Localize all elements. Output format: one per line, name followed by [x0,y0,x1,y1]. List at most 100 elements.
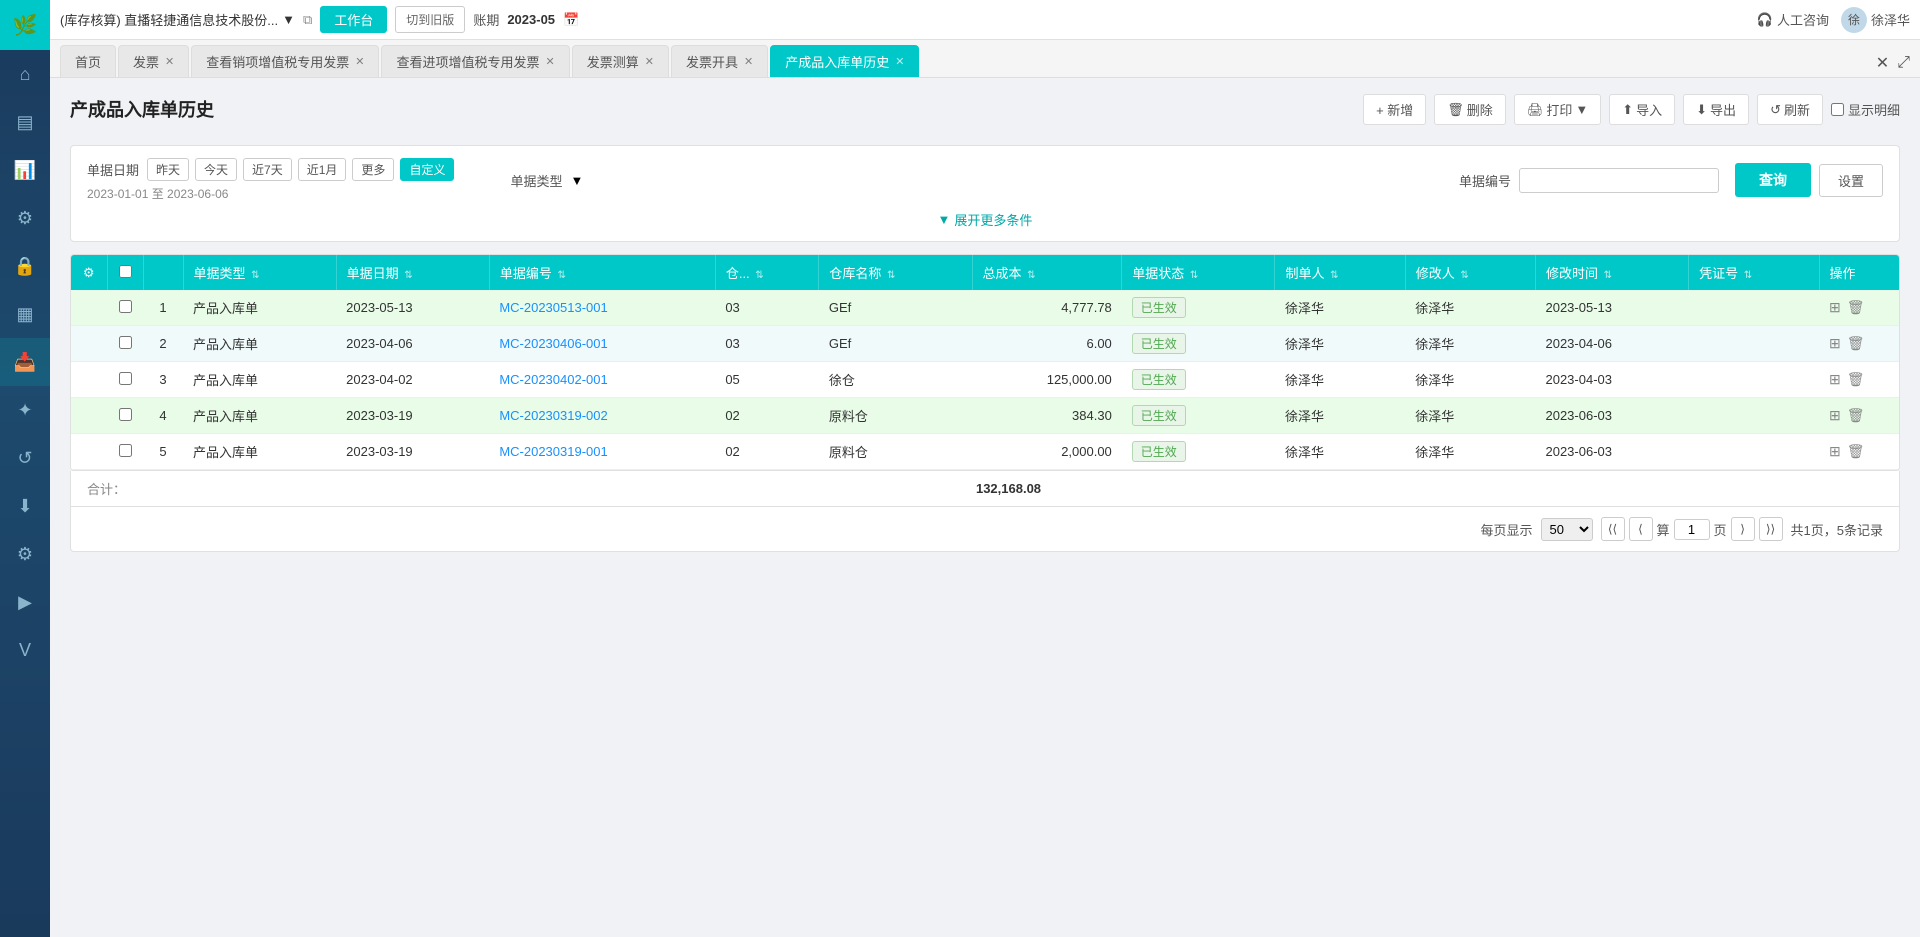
row-number[interactable]: MC-20230406-001 [489,326,715,362]
close-icon[interactable]: ✕ [546,55,555,68]
close-icon[interactable]: ✕ [744,55,753,68]
number-col-header[interactable]: 单据编号 ⇅ [489,255,715,290]
tab-home[interactable]: 首页 [60,45,116,77]
select-all-checkbox[interactable] [119,265,132,278]
sidebar-item-refresh[interactable]: ↺ [0,434,50,482]
sidebar-item-stamp[interactable]: ✦ [0,386,50,434]
per-page-select[interactable]: 50 100 200 [1541,518,1593,541]
calendar-icon[interactable]: 📅 [563,12,579,28]
row-checkbox-cell[interactable] [107,290,143,326]
warehouse-name-col-header[interactable]: 仓库名称 ⇅ [819,255,972,290]
help-button[interactable]: 🎧 人工咨询 [1757,10,1829,29]
row-checkbox-cell[interactable] [107,398,143,434]
page-number-input[interactable] [1674,519,1710,540]
number-filter-input[interactable] [1519,168,1719,193]
sidebar-item-lock[interactable]: 🔒 [0,242,50,290]
row-number[interactable]: MC-20230513-001 [489,290,715,326]
show-detail-checkbox[interactable]: 显示明细 [1831,100,1900,119]
edit-icon[interactable]: ⊞ [1829,443,1841,460]
export-button[interactable]: ⬇ 导出 [1683,94,1749,125]
print-button[interactable]: 🖨 打印 ▼ [1514,94,1601,125]
creator-col-header[interactable]: 制单人 ⇅ [1275,255,1405,290]
settings-button[interactable]: 设置 [1819,164,1883,197]
tab-purchase-invoice[interactable]: 查看进项增值税专用发票 ✕ [381,45,569,77]
sidebar-item-v[interactable]: V [0,626,50,674]
sidebar-item-settings[interactable]: ⚙ [0,194,50,242]
sidebar-item-play[interactable]: ▶ [0,578,50,626]
delete-row-icon[interactable]: 🗑 [1847,443,1865,460]
date-btn-yesterday[interactable]: 昨天 [147,158,189,181]
company-selector[interactable]: (库存核算) 直播轻捷通信息技术股份... ▼ [60,10,295,29]
date-btn-7days[interactable]: 近7天 [243,158,292,181]
edit-icon[interactable]: ⊞ [1829,335,1841,352]
type-select[interactable]: ▼ [570,173,870,188]
row-number[interactable]: MC-20230402-001 [489,362,715,398]
checkbox-col-header[interactable] [107,255,143,290]
delete-row-icon[interactable]: 🗑 [1847,407,1865,424]
type-col-header[interactable]: 单据类型 ⇅ [183,255,336,290]
modifier-col-header[interactable]: 修改人 ⇅ [1405,255,1535,290]
delete-row-icon[interactable]: 🗑 [1847,371,1865,388]
row-checkbox[interactable] [119,408,132,421]
edit-icon[interactable]: ⊞ [1829,371,1841,388]
close-icon[interactable]: ✕ [645,55,654,68]
voucher-col-header[interactable]: 凭证号 ⇅ [1689,255,1819,290]
close-icon[interactable]: ✕ [165,55,174,68]
maximize-icon[interactable]: ⤢ [1897,54,1910,72]
export-label: 导出 [1710,100,1736,119]
sidebar-item-home[interactable]: ⌂ [0,50,50,98]
tab-invoice-calc[interactable]: 发票测算 ✕ [572,45,669,77]
settings-col-header[interactable]: ⚙ [71,255,107,290]
warehouse-code-col-header[interactable]: 仓... ⇅ [715,255,819,290]
close-icon[interactable]: ✕ [895,55,904,68]
row-checkbox[interactable] [119,444,132,457]
expand-more-button[interactable]: ▼ 展开更多条件 [87,210,1883,229]
import-button[interactable]: ⬆ 导入 [1609,94,1675,125]
sidebar-item-inbox[interactable]: 📥 [0,338,50,386]
status-col-header[interactable]: 单据状态 ⇅ [1122,255,1275,290]
next-page-button[interactable]: ⟩ [1731,517,1755,541]
date-btn-custom[interactable]: 自定义 [400,158,454,181]
date-btn-more[interactable]: 更多 [352,158,394,181]
delete-row-icon[interactable]: 🗑 [1847,335,1865,352]
new-button[interactable]: + 新增 [1363,94,1426,125]
sidebar-item-chart[interactable]: 📊 [0,146,50,194]
row-checkbox[interactable] [119,372,132,385]
sidebar-item-download[interactable]: ⬇ [0,482,50,530]
modify-time-col-header[interactable]: 修改时间 ⇅ [1535,255,1688,290]
first-page-button[interactable]: ⟨⟨ [1601,517,1625,541]
date-col-header[interactable]: 单据日期 ⇅ [336,255,489,290]
refresh-button[interactable]: ↺ 刷新 [1757,94,1823,125]
date-btn-1month[interactable]: 近1月 [298,158,347,181]
edit-icon[interactable]: ⊞ [1829,407,1841,424]
copy-icon[interactable]: ⧉ [303,12,312,28]
tab-product-history[interactable]: 产成品入库单历史 ✕ [770,45,919,77]
row-checkbox[interactable] [119,300,132,313]
row-number[interactable]: MC-20230319-002 [489,398,715,434]
tab-sales-invoice[interactable]: 查看销项增值税专用发票 ✕ [191,45,379,77]
close-icon[interactable]: ✕ [355,55,364,68]
last-page-button[interactable]: ⟩⟩ [1759,517,1783,541]
row-checkbox-cell[interactable] [107,434,143,470]
tab-invoice[interactable]: 发票 ✕ [118,45,189,77]
prev-page-button[interactable]: ⟨ [1629,517,1653,541]
sidebar-item-grid[interactable]: ▦ [0,290,50,338]
sidebar-item-gear[interactable]: ⚙ [0,530,50,578]
tab-invoice-issue[interactable]: 发票开具 ✕ [671,45,768,77]
delete-row-icon[interactable]: 🗑 [1847,299,1865,316]
sidebar-item-doc[interactable]: ▤ [0,98,50,146]
show-detail-input[interactable] [1831,103,1844,116]
total-cost-col-header[interactable]: 总成本 ⇅ [972,255,1122,290]
row-checkbox[interactable] [119,336,132,349]
date-btn-today[interactable]: 今天 [195,158,237,181]
workbench-button[interactable]: 工作台 [320,6,387,33]
old-version-button[interactable]: 切到旧版 [395,6,465,33]
row-checkbox-cell[interactable] [107,362,143,398]
row-number[interactable]: MC-20230319-001 [489,434,715,470]
edit-icon[interactable]: ⊞ [1829,299,1841,316]
minimize-icon[interactable]: ✕ [1876,53,1889,73]
user-menu[interactable]: 徐 徐泽华 [1841,7,1910,33]
row-checkbox-cell[interactable] [107,326,143,362]
delete-button[interactable]: 🗑 删除 [1434,94,1506,125]
query-button[interactable]: 查询 [1735,163,1811,197]
